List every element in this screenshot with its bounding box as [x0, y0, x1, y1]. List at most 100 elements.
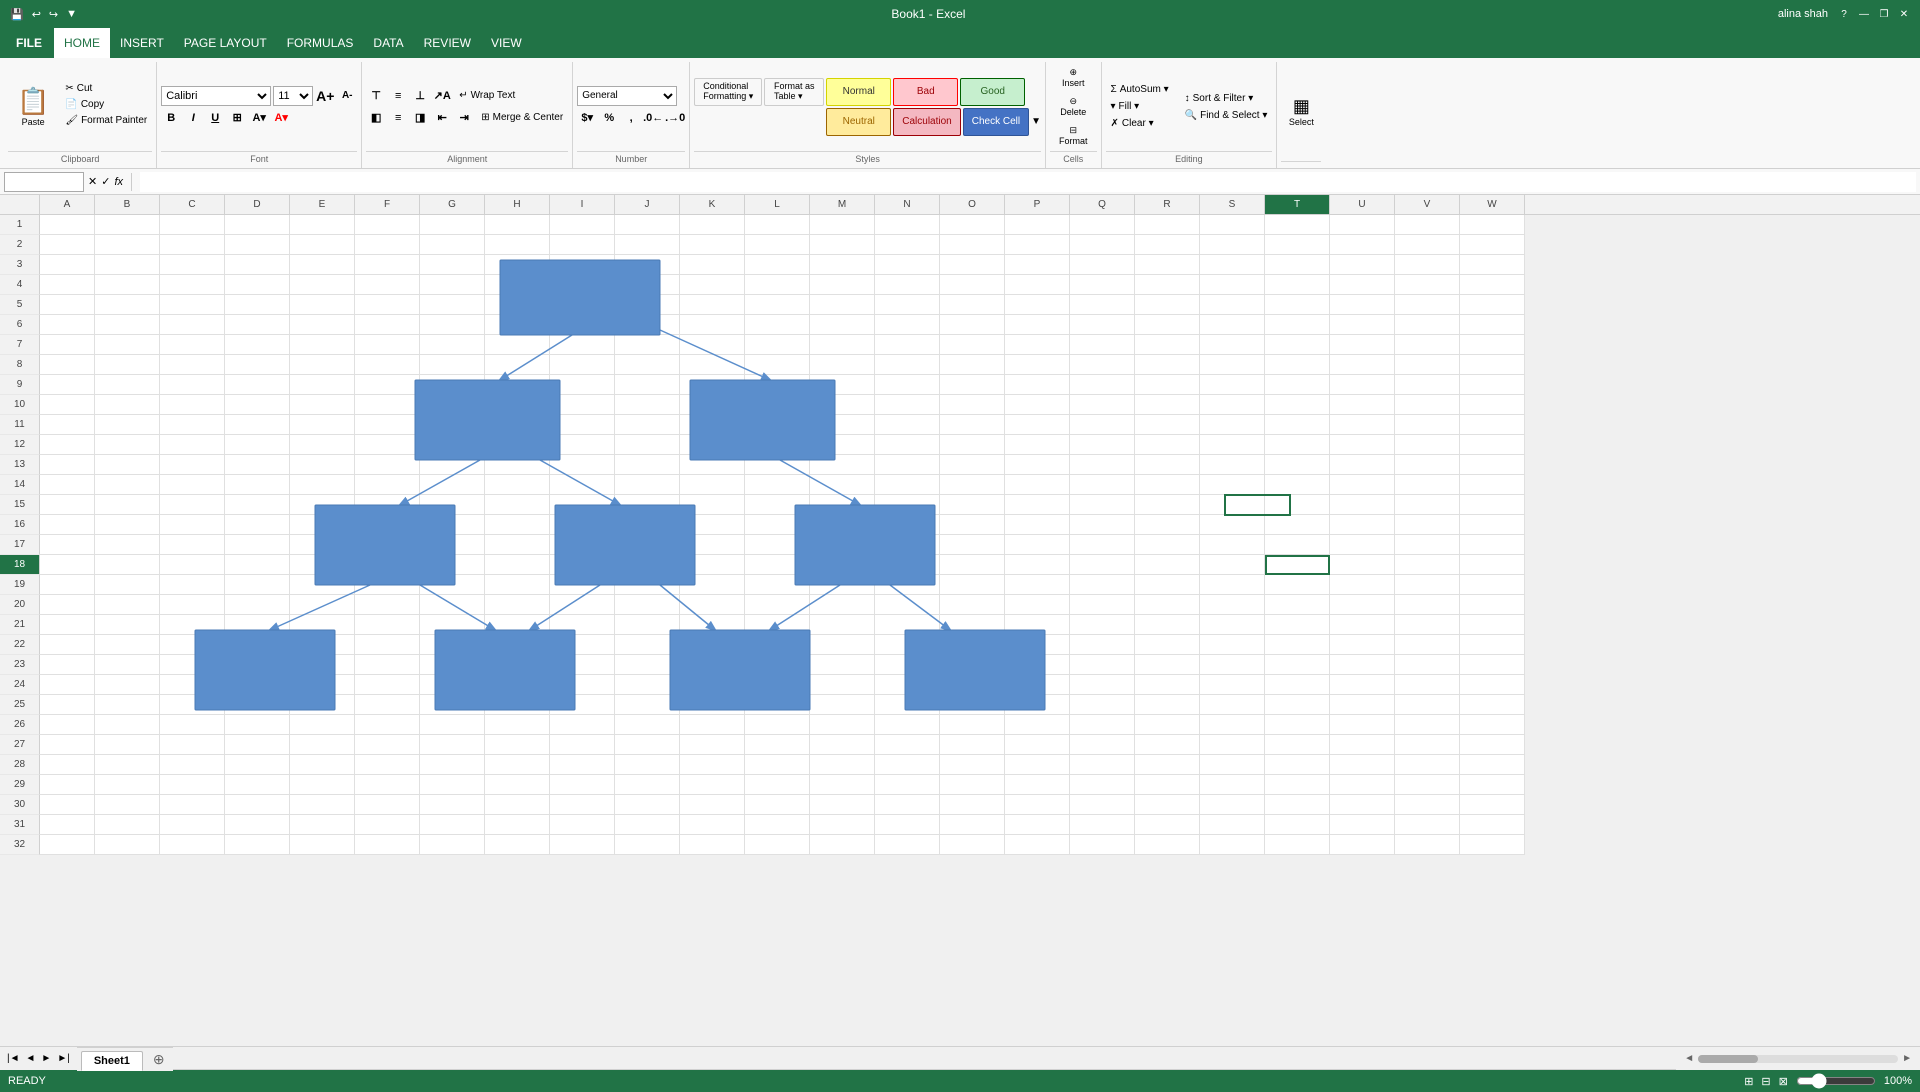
cell-O24[interactable]: [940, 675, 1005, 695]
cell-P12[interactable]: [1005, 435, 1070, 455]
cell-P14[interactable]: [1005, 475, 1070, 495]
cell-D13[interactable]: [225, 455, 290, 475]
font-size-select[interactable]: 11: [273, 86, 313, 106]
cell-G8[interactable]: [420, 355, 485, 375]
cell-G3[interactable]: [420, 255, 485, 275]
cell-C22[interactable]: [160, 635, 225, 655]
cell-G31[interactable]: [420, 815, 485, 835]
cell-U27[interactable]: [1330, 735, 1395, 755]
cell-P26[interactable]: [1005, 715, 1070, 735]
cell-K19[interactable]: [680, 575, 745, 595]
row-header-32[interactable]: 32: [0, 835, 40, 855]
row-header-11[interactable]: 11: [0, 415, 40, 435]
cell-A21[interactable]: [40, 615, 95, 635]
cell-O27[interactable]: [940, 735, 1005, 755]
cell-F30[interactable]: [355, 795, 420, 815]
currency-button[interactable]: $▾: [577, 108, 597, 128]
cell-D31[interactable]: [225, 815, 290, 835]
cell-R16[interactable]: [1135, 515, 1200, 535]
cell-H18[interactable]: [485, 555, 550, 575]
cell-B10[interactable]: [95, 395, 160, 415]
cell-A29[interactable]: [40, 775, 95, 795]
cell-G11[interactable]: [420, 415, 485, 435]
cell-B11[interactable]: [95, 415, 160, 435]
cell-I28[interactable]: [550, 755, 615, 775]
cell-U14[interactable]: [1330, 475, 1395, 495]
cell-H3[interactable]: [485, 255, 550, 275]
cell-J12[interactable]: [615, 435, 680, 455]
cell-J3[interactable]: [615, 255, 680, 275]
cell-V30[interactable]: [1395, 795, 1460, 815]
cell-N2[interactable]: [875, 235, 940, 255]
cell-J24[interactable]: [615, 675, 680, 695]
cell-M8[interactable]: [810, 355, 875, 375]
cell-W9[interactable]: [1460, 375, 1525, 395]
row-header-16[interactable]: 16: [0, 515, 40, 535]
cell-S19[interactable]: [1200, 575, 1265, 595]
cell-K16[interactable]: [680, 515, 745, 535]
cell-O3[interactable]: [940, 255, 1005, 275]
cell-W14[interactable]: [1460, 475, 1525, 495]
cell-T26[interactable]: [1265, 715, 1330, 735]
cell-R11[interactable]: [1135, 415, 1200, 435]
col-header-s[interactable]: S: [1200, 195, 1265, 214]
cell-G13[interactable]: [420, 455, 485, 475]
cell-I22[interactable]: [550, 635, 615, 655]
cell-D32[interactable]: [225, 835, 290, 855]
cell-J15[interactable]: [615, 495, 680, 515]
col-header-m[interactable]: M: [810, 195, 875, 214]
cell-V16[interactable]: [1395, 515, 1460, 535]
cell-P31[interactable]: [1005, 815, 1070, 835]
cell-P25[interactable]: [1005, 695, 1070, 715]
cell-W31[interactable]: [1460, 815, 1525, 835]
cell-M23[interactable]: [810, 655, 875, 675]
cell-C32[interactable]: [160, 835, 225, 855]
cell-S23[interactable]: [1200, 655, 1265, 675]
cell-S6[interactable]: [1200, 315, 1265, 335]
row-header-9[interactable]: 9: [0, 375, 40, 395]
cell-K6[interactable]: [680, 315, 745, 335]
cell-C25[interactable]: [160, 695, 225, 715]
cell-V31[interactable]: [1395, 815, 1460, 835]
cell-I4[interactable]: [550, 275, 615, 295]
menu-data[interactable]: DATA: [363, 28, 413, 58]
cell-C6[interactable]: [160, 315, 225, 335]
cell-S31[interactable]: [1200, 815, 1265, 835]
cell-C8[interactable]: [160, 355, 225, 375]
cell-D8[interactable]: [225, 355, 290, 375]
col-header-c[interactable]: C: [160, 195, 225, 214]
cell-V4[interactable]: [1395, 275, 1460, 295]
cell-E30[interactable]: [290, 795, 355, 815]
cell-G15[interactable]: [420, 495, 485, 515]
cell-S14[interactable]: [1200, 475, 1265, 495]
cell-L9[interactable]: [745, 375, 810, 395]
cell-N32[interactable]: [875, 835, 940, 855]
cell-R15[interactable]: [1135, 495, 1200, 515]
cell-D27[interactable]: [225, 735, 290, 755]
col-header-g[interactable]: G: [420, 195, 485, 214]
cell-W30[interactable]: [1460, 795, 1525, 815]
cell-S28[interactable]: [1200, 755, 1265, 775]
cell-T5[interactable]: [1265, 295, 1330, 315]
cell-V3[interactable]: [1395, 255, 1460, 275]
cell-S18[interactable]: [1200, 555, 1265, 575]
cell-J21[interactable]: [615, 615, 680, 635]
cell-T31[interactable]: [1265, 815, 1330, 835]
cell-E13[interactable]: [290, 455, 355, 475]
find-select-button[interactable]: 🔍 Find & Select ▾: [1180, 108, 1273, 123]
cell-K12[interactable]: [680, 435, 745, 455]
cell-U32[interactable]: [1330, 835, 1395, 855]
cell-U29[interactable]: [1330, 775, 1395, 795]
cell-U6[interactable]: [1330, 315, 1395, 335]
cell-B25[interactable]: [95, 695, 160, 715]
cell-G32[interactable]: [420, 835, 485, 855]
cell-O7[interactable]: [940, 335, 1005, 355]
cell-C13[interactable]: [160, 455, 225, 475]
conditional-formatting-button[interactable]: ConditionalFormatting ▾: [694, 78, 762, 106]
cell-O10[interactable]: [940, 395, 1005, 415]
cell-P4[interactable]: [1005, 275, 1070, 295]
cell-R19[interactable]: [1135, 575, 1200, 595]
cell-N23[interactable]: [875, 655, 940, 675]
cell-S20[interactable]: [1200, 595, 1265, 615]
cell-L30[interactable]: [745, 795, 810, 815]
